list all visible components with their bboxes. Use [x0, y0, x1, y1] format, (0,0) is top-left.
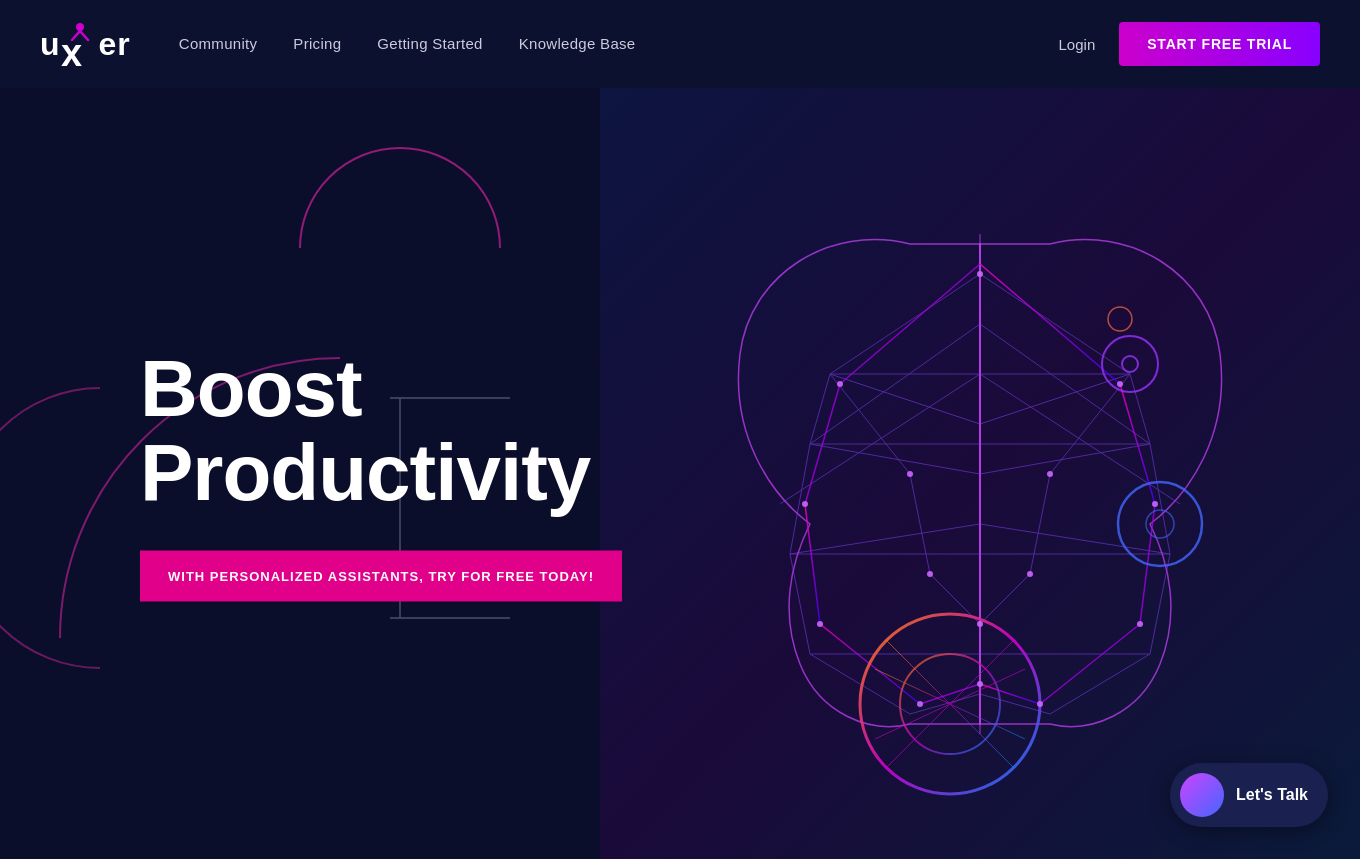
svg-point-58 [977, 271, 983, 277]
svg-line-6 [980, 274, 1130, 374]
brain-wireframe-svg [630, 124, 1330, 824]
svg-line-44 [1040, 624, 1140, 704]
svg-point-72 [977, 621, 983, 627]
nav-link-pricing[interactable]: Pricing [293, 35, 341, 52]
logo-x-svg: x [61, 22, 99, 66]
svg-line-25 [790, 524, 980, 554]
svg-point-67 [977, 681, 983, 687]
svg-point-61 [802, 501, 808, 507]
hero-content: Boost Productivity WITH PERSONALIZED ASS… [140, 346, 622, 601]
login-link[interactable]: Login [1059, 36, 1096, 53]
nav-item-getting-started[interactable]: Getting Started [377, 35, 482, 53]
svg-line-8 [980, 324, 1150, 444]
nav-item-knowledge-base[interactable]: Knowledge Base [519, 35, 636, 53]
svg-point-70 [927, 571, 933, 577]
svg-text:x: x [61, 32, 83, 66]
nav-item-community[interactable]: Community [179, 35, 258, 53]
svg-line-5 [830, 274, 980, 374]
logo-x-wrapper: x [61, 22, 99, 66]
start-free-trial-button[interactable]: START FREE TRIAL [1119, 22, 1320, 66]
nav-link-community[interactable]: Community [179, 35, 258, 52]
svg-point-59 [837, 381, 843, 387]
nav-right: Login START FREE TRIAL [1059, 22, 1320, 66]
nav-link-knowledge-base[interactable]: Knowledge Base [519, 35, 636, 52]
hero-title: Boost Productivity [140, 346, 622, 514]
svg-point-64 [1137, 621, 1143, 627]
hero-section: Boost Productivity WITH PERSONALIZED ASS… [0, 88, 1360, 859]
nav-left: u x er Co [40, 22, 636, 66]
svg-point-73 [1118, 482, 1202, 566]
logo-text: u x er [40, 22, 131, 66]
svg-line-46 [980, 684, 1040, 704]
nav-item-pricing[interactable]: Pricing [293, 35, 341, 53]
svg-line-30 [1030, 474, 1050, 574]
logo[interactable]: u x er [40, 22, 131, 66]
lets-talk-widget[interactable]: Let's Talk [1170, 763, 1328, 827]
lets-talk-avatar [1180, 773, 1224, 817]
svg-line-37 [840, 264, 980, 384]
svg-line-26 [980, 524, 1170, 554]
svg-line-24 [980, 444, 1150, 474]
svg-point-62 [1152, 501, 1158, 507]
lets-talk-label: Let's Talk [1236, 786, 1308, 804]
svg-line-29 [910, 474, 930, 574]
svg-point-49 [1108, 307, 1132, 331]
svg-point-68 [907, 471, 913, 477]
hero-cta-button[interactable]: WITH PERSONALIZED ASSISTANTS, TRY FOR FR… [140, 550, 622, 601]
hero-image [600, 88, 1360, 859]
logo-part1: u [40, 26, 61, 63]
svg-point-71 [1027, 571, 1033, 577]
logo-part2: er [99, 26, 131, 63]
svg-point-48 [1122, 356, 1138, 372]
hero-title-line2: Productivity [140, 427, 590, 516]
svg-line-41 [805, 504, 820, 624]
nav-link-getting-started[interactable]: Getting Started [377, 35, 482, 52]
svg-line-21 [830, 374, 980, 424]
logo-x: x [61, 23, 99, 59]
hero-title-line1: Boost [140, 343, 362, 432]
svg-point-60 [1117, 381, 1123, 387]
svg-point-69 [1047, 471, 1053, 477]
svg-point-66 [1037, 701, 1043, 707]
svg-point-63 [817, 621, 823, 627]
svg-line-38 [980, 264, 1120, 384]
svg-point-65 [917, 701, 923, 707]
svg-point-47 [1102, 336, 1158, 392]
svg-line-23 [810, 444, 980, 474]
svg-line-7 [810, 324, 980, 444]
svg-line-11 [810, 374, 830, 444]
svg-line-32 [980, 574, 1030, 624]
nav-links: Community Pricing Getting Started Knowle… [179, 35, 636, 53]
svg-line-12 [1130, 374, 1150, 444]
svg-line-27 [830, 374, 910, 474]
navbar: u x er Co [0, 0, 1360, 88]
